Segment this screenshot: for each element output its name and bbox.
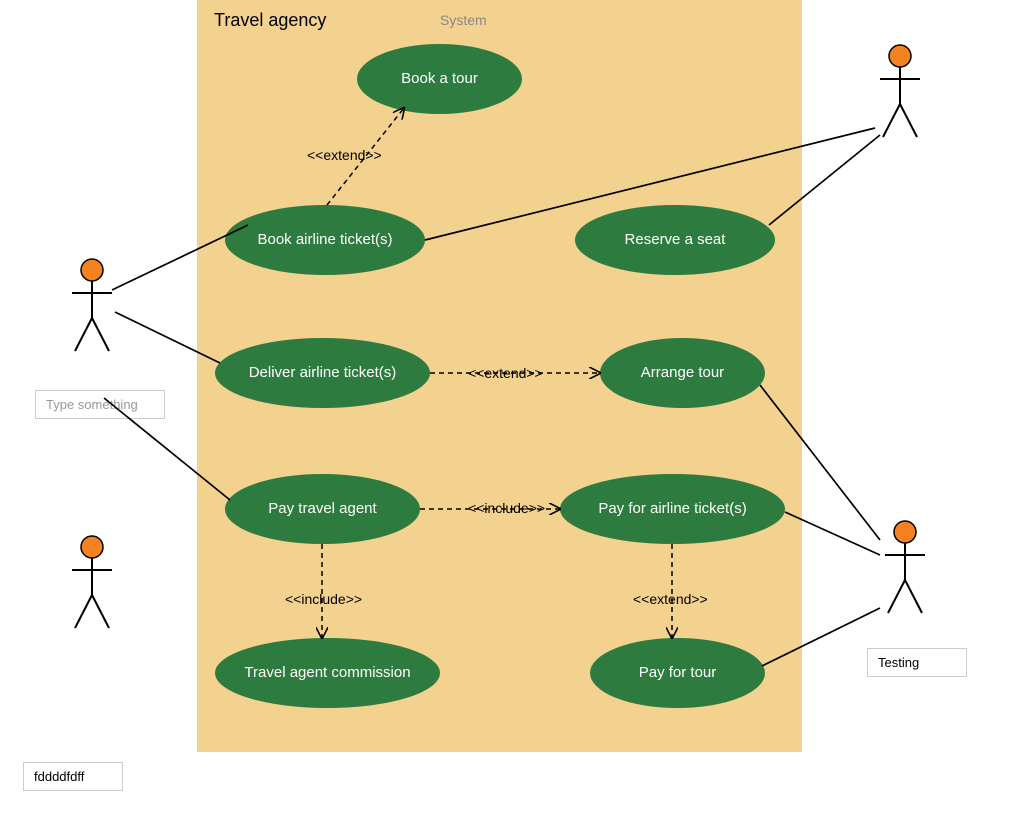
usecase-book-airline[interactable]: Book airline ticket(s) [225, 205, 425, 275]
diagram-canvas: Travel agency System Book a tour Book ai… [0, 0, 1024, 821]
actor-label-1[interactable]: Type something [35, 390, 165, 419]
usecase-label: Travel agent commission [244, 664, 410, 682]
usecase-deliver-ticket[interactable]: Deliver airline ticket(s) [215, 338, 430, 408]
usecase-label: Book airline ticket(s) [257, 231, 392, 249]
actor-label-2[interactable]: fddddfdff [23, 762, 123, 791]
usecase-label: Pay for airline ticket(s) [598, 500, 746, 518]
usecase-label: Deliver airline ticket(s) [249, 364, 397, 382]
rel-label-extend3: <<extend>> [633, 591, 708, 607]
actor-label-3[interactable]: Testing [867, 648, 967, 677]
usecase-pay-airline[interactable]: Pay for airline ticket(s) [560, 474, 785, 544]
usecase-reserve-seat[interactable]: Reserve a seat [575, 205, 775, 275]
rel-label-extend2: <<extend>> [468, 365, 543, 381]
usecase-label: Arrange tour [641, 364, 724, 382]
actor-1[interactable] [67, 258, 117, 353]
usecase-pay-agent[interactable]: Pay travel agent [225, 474, 420, 544]
rel-label-include2: <<include>> [285, 591, 362, 607]
usecase-label: Pay for tour [639, 664, 717, 682]
usecase-label: Pay travel agent [268, 500, 376, 518]
system-stereotype: System [440, 12, 487, 28]
system-title: Travel agency [214, 10, 326, 31]
usecase-book-tour[interactable]: Book a tour [357, 44, 522, 114]
usecase-pay-for-tour[interactable]: Pay for tour [590, 638, 765, 708]
actor-3[interactable] [875, 44, 925, 139]
rel-label-include1: <<include>> [468, 500, 545, 516]
usecase-arrange-tour[interactable]: Arrange tour [600, 338, 765, 408]
rel-label-extend1: <<extend>> [307, 147, 382, 163]
usecase-label: Book a tour [401, 70, 478, 88]
usecase-label: Reserve a seat [625, 231, 726, 249]
usecase-agent-commission[interactable]: Travel agent commission [215, 638, 440, 708]
actor-2[interactable] [67, 535, 117, 630]
actor-4[interactable] [880, 520, 930, 615]
